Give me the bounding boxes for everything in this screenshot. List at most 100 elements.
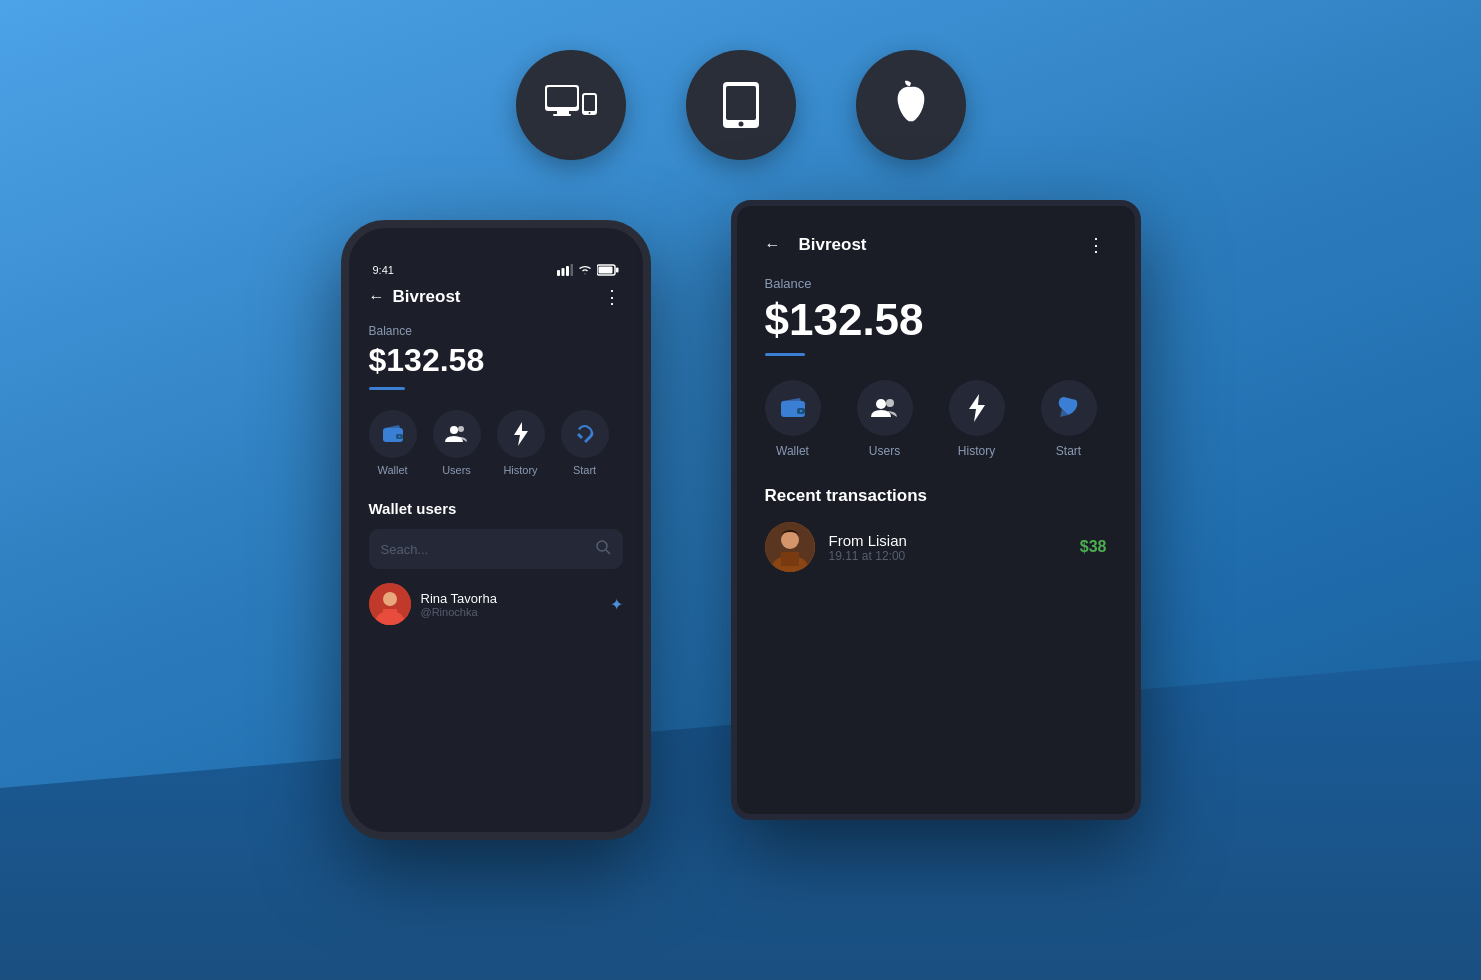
svg-point-31 bbox=[886, 399, 894, 407]
history-label-left: History bbox=[503, 464, 537, 476]
svg-rect-26 bbox=[383, 609, 397, 619]
action-row-left: Wallet Users bbox=[369, 410, 623, 476]
time-display: 9:41 bbox=[373, 264, 394, 276]
svg-rect-8 bbox=[726, 86, 756, 120]
history-action-right[interactable]: History bbox=[949, 380, 1005, 458]
svg-point-21 bbox=[458, 426, 464, 432]
wallet-icon-right bbox=[780, 397, 806, 419]
star-icon[interactable]: ✦ bbox=[610, 595, 623, 614]
users-action[interactable]: Users bbox=[433, 410, 481, 476]
history-label-right: History bbox=[958, 444, 995, 458]
svg-rect-11 bbox=[561, 268, 564, 276]
trans-info-lisian: From Lisian 19.11 at 12:00 bbox=[829, 532, 1066, 563]
users-icon-right-circle bbox=[857, 380, 913, 436]
users-icon-circle bbox=[433, 410, 481, 458]
status-icons bbox=[557, 264, 619, 276]
history-action[interactable]: History bbox=[497, 410, 545, 476]
wallet-users-title: Wallet users bbox=[369, 500, 623, 517]
action-row-right: Wallet Users bbox=[765, 380, 1107, 458]
svg-rect-34 bbox=[781, 552, 799, 566]
users-action-right[interactable]: Users bbox=[857, 380, 913, 458]
balance-label-right: Balance bbox=[765, 276, 1107, 291]
back-button-left[interactable]: ← bbox=[369, 288, 385, 306]
start-action[interactable]: Start bbox=[561, 410, 609, 476]
app-header-right: ← Bivreost ⋮ bbox=[765, 234, 1107, 256]
balance-label-left: Balance bbox=[369, 324, 623, 338]
header-left-right: ← Bivreost bbox=[765, 235, 1087, 255]
users-label-left: Users bbox=[442, 464, 471, 476]
svg-point-33 bbox=[781, 531, 799, 549]
recent-transactions-title: Recent transactions bbox=[765, 486, 1107, 506]
phone-left: 9:41 bbox=[341, 220, 651, 840]
history-icon-circle bbox=[497, 410, 545, 458]
start-icon bbox=[574, 423, 596, 445]
phone-notch bbox=[436, 228, 556, 256]
search-bar[interactable]: Seach... bbox=[369, 529, 623, 569]
transaction-item-lisian[interactable]: From Lisian 19.11 at 12:00 $38 bbox=[765, 522, 1107, 572]
search-placeholder: Seach... bbox=[381, 542, 595, 557]
svg-rect-5 bbox=[584, 95, 595, 111]
lightning-icon bbox=[512, 422, 530, 446]
user-handle: @Rinochka bbox=[421, 606, 600, 618]
start-label-right: Start bbox=[1056, 444, 1081, 458]
balance-underline-left bbox=[369, 387, 405, 390]
wallet-icon bbox=[382, 424, 404, 444]
lightning-icon-right bbox=[967, 394, 987, 422]
devices-icon bbox=[544, 83, 598, 127]
search-icon bbox=[595, 539, 611, 559]
balance-amount-right: $132.58 bbox=[765, 295, 1107, 345]
users-icon-right bbox=[871, 397, 899, 419]
wallet-action-right[interactable]: Wallet bbox=[765, 380, 821, 458]
wallet-label-right: Wallet bbox=[776, 444, 809, 458]
phone-right-screen: ← Bivreost ⋮ Balance $132.58 bbox=[737, 206, 1135, 814]
wifi-icon bbox=[577, 264, 593, 276]
wallet-action[interactable]: Wallet bbox=[369, 410, 417, 476]
svg-point-29 bbox=[799, 410, 801, 412]
svg-point-20 bbox=[450, 426, 458, 434]
side-button bbox=[649, 328, 651, 388]
start-action-right[interactable]: Start bbox=[1041, 380, 1097, 458]
svg-rect-12 bbox=[566, 266, 569, 276]
svg-rect-1 bbox=[547, 87, 577, 107]
svg-point-25 bbox=[383, 592, 397, 606]
tablet-icon bbox=[721, 80, 761, 130]
devices-icon-circle bbox=[516, 50, 626, 160]
app-title-right: Bivreost bbox=[799, 235, 1087, 255]
wallet-icon-circle bbox=[369, 410, 417, 458]
svg-point-9 bbox=[738, 122, 743, 127]
balance-amount-left: $132.58 bbox=[369, 342, 623, 379]
user-name: Rina Tavorha bbox=[421, 591, 600, 606]
svg-rect-2 bbox=[557, 111, 569, 114]
users-icon bbox=[445, 424, 469, 444]
svg-point-22 bbox=[597, 541, 607, 551]
balance-underline-right bbox=[765, 353, 805, 356]
user-info-rina: Rina Tavorha @Rinochka bbox=[421, 591, 600, 618]
user-avatar-rina bbox=[369, 583, 411, 625]
back-button-right[interactable]: ← bbox=[765, 236, 781, 254]
svg-rect-16 bbox=[616, 268, 619, 273]
more-button-left[interactable]: ⋮ bbox=[603, 286, 623, 308]
apple-icon bbox=[888, 79, 934, 131]
svg-rect-10 bbox=[557, 270, 560, 276]
app-title-left: Bivreost bbox=[393, 287, 603, 307]
app-header-left: ← Bivreost ⋮ bbox=[369, 286, 623, 308]
wallet-label-left: Wallet bbox=[377, 464, 407, 476]
history-icon-right-circle bbox=[949, 380, 1005, 436]
phones-container: 9:41 bbox=[341, 220, 1141, 840]
svg-point-30 bbox=[876, 399, 886, 409]
status-bar: 9:41 bbox=[369, 264, 623, 276]
trans-amount: $38 bbox=[1080, 538, 1107, 556]
top-icons-row bbox=[516, 50, 966, 160]
start-icon-circle bbox=[561, 410, 609, 458]
user-item-rina[interactable]: Rina Tavorha @Rinochka ✦ bbox=[369, 583, 623, 625]
svg-rect-15 bbox=[598, 267, 612, 274]
apple-icon-circle bbox=[856, 50, 966, 160]
phone-right: ← Bivreost ⋮ Balance $132.58 bbox=[731, 200, 1141, 820]
phone-left-screen: 9:41 bbox=[349, 228, 643, 832]
wallet-icon-right-circle bbox=[765, 380, 821, 436]
users-label-right: Users bbox=[869, 444, 900, 458]
start-label-left: Start bbox=[573, 464, 596, 476]
trans-name: From Lisian bbox=[829, 532, 1066, 549]
svg-line-23 bbox=[606, 550, 610, 554]
more-button-right[interactable]: ⋮ bbox=[1087, 234, 1107, 256]
